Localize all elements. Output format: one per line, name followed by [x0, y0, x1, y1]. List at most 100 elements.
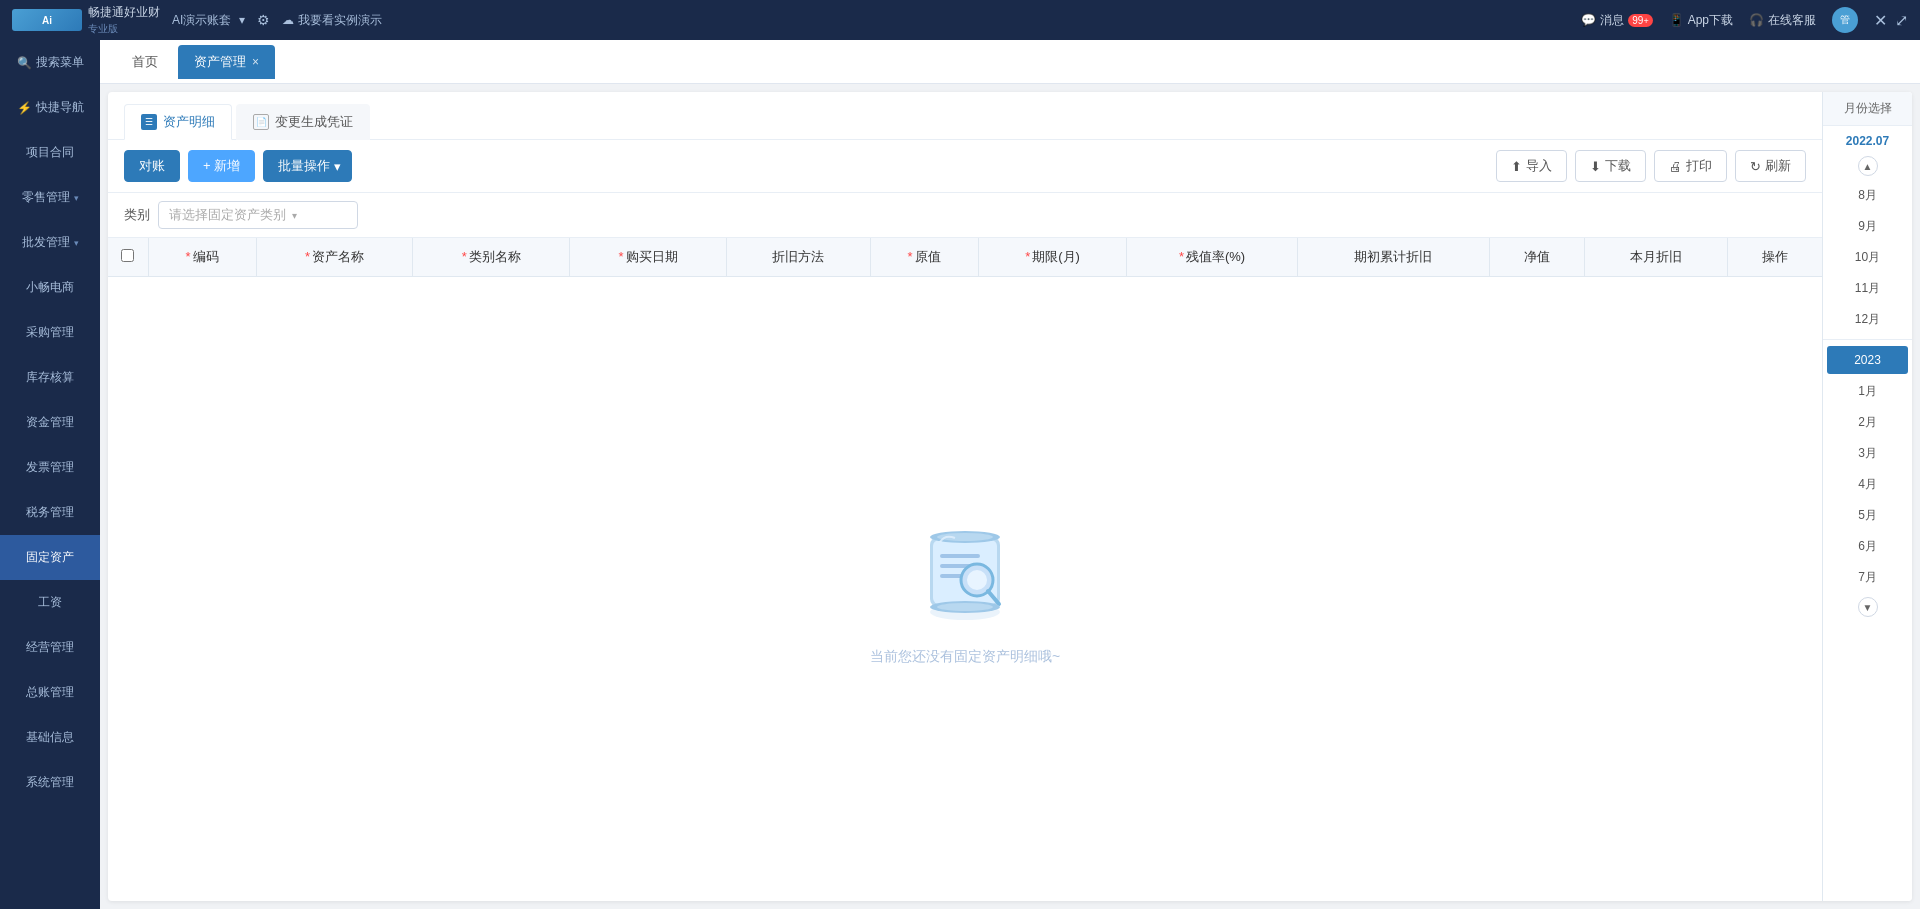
sidebar-label-quicknav: 快捷导航: [36, 99, 84, 116]
refresh-btn[interactable]: ↻ 刷新: [1735, 150, 1806, 182]
month-item-3[interactable]: 3月: [1823, 438, 1912, 469]
month-item-6[interactable]: 6月: [1823, 531, 1912, 562]
th-net-value: 净值: [1489, 238, 1584, 277]
cloud-icon: ☁: [282, 13, 294, 27]
tab-close-icon[interactable]: ×: [252, 55, 259, 69]
sub-tab-change-voucher-label: 变更生成凭证: [275, 113, 353, 131]
batch-btn[interactable]: 批量操作 ▾: [263, 150, 352, 182]
download-icon: ⬇: [1590, 159, 1601, 174]
headset-icon: 🎧: [1749, 13, 1764, 27]
month-item-7[interactable]: 7月: [1823, 562, 1912, 593]
sidebar-item-salary[interactable]: 工资: [0, 580, 100, 625]
sidebar-item-quicknav[interactable]: ⚡ 快捷导航: [0, 85, 100, 130]
month-item-12[interactable]: 12月: [1823, 304, 1912, 335]
tab-home[interactable]: 首页: [116, 45, 174, 79]
month-item-4[interactable]: 4月: [1823, 469, 1912, 500]
import-btn[interactable]: ⬆ 导入: [1496, 150, 1567, 182]
dropdown-icon[interactable]: ▾: [239, 13, 245, 27]
document-icon: 📄: [253, 114, 269, 130]
month-item-8[interactable]: 8月: [1823, 180, 1912, 211]
sidebar-label-retail: 零售管理: [22, 189, 70, 206]
filter-placeholder: 请选择固定资产类别: [169, 206, 286, 224]
company-selector[interactable]: AI演示账套 ▾: [172, 12, 245, 29]
table-container: *编码 *资产名称 *类别名称 *购买日期 折旧方法 *原值 *期限(月) *残…: [108, 238, 1822, 901]
sidebar-label-tax: 税务管理: [26, 504, 74, 521]
month-item-2[interactable]: 2月: [1823, 407, 1912, 438]
sub-tab-asset-detail[interactable]: ☰ 资产明细: [124, 104, 232, 140]
year-divider: [1823, 339, 1912, 340]
print-icon: 🖨: [1669, 159, 1682, 174]
th-original-value: *原值: [870, 238, 978, 277]
message-btn[interactable]: 💬 消息 99+: [1581, 12, 1652, 29]
month-item-1[interactable]: 1月: [1823, 376, 1912, 407]
brand-area: Ai 畅捷通好业财 专业版: [12, 4, 160, 36]
user-avatar[interactable]: 管: [1832, 7, 1858, 33]
tab-active-label: 资产管理: [194, 53, 246, 71]
online-service-btn[interactable]: 🎧 在线客服: [1749, 12, 1816, 29]
print-btn[interactable]: 🖨 打印: [1654, 150, 1727, 182]
month-item-5[interactable]: 5月: [1823, 500, 1912, 531]
sidebar-item-ledger[interactable]: 总账管理: [0, 670, 100, 715]
select-all-col[interactable]: [108, 238, 148, 277]
sidebar-item-system[interactable]: 系统管理: [0, 760, 100, 805]
print-label: 打印: [1686, 157, 1712, 175]
svg-point-7: [967, 570, 987, 590]
toolbar: 对账 + 新增 批量操作 ▾ ⬆ 导入: [108, 140, 1822, 193]
nav-icon: ⚡: [17, 101, 32, 115]
reconcile-btn[interactable]: 对账: [124, 150, 180, 182]
table-header-row: *编码 *资产名称 *类别名称 *购买日期 折旧方法 *原值 *期限(月) *残…: [108, 238, 1822, 277]
th-category: *类别名称: [413, 238, 570, 277]
app-download-btn[interactable]: 📱 App下载: [1669, 12, 1733, 29]
th-asset-name: *资产名称: [256, 238, 413, 277]
close-window-btn[interactable]: ✕: [1874, 11, 1887, 30]
sidebar-item-search[interactable]: 🔍 搜索菜单: [0, 40, 100, 85]
message-badge: 99+: [1628, 14, 1652, 27]
download-btn[interactable]: ⬇ 下载: [1575, 150, 1646, 182]
demo-link[interactable]: ☁ 我要看实例演示: [282, 12, 382, 29]
tab-asset-management[interactable]: 资产管理 ×: [178, 45, 275, 79]
th-period: *期限(月): [978, 238, 1127, 277]
th-code: *编码: [148, 238, 256, 277]
sidebar-item-ecommerce[interactable]: 小畅电商: [0, 265, 100, 310]
month-nav-up[interactable]: ▲: [1823, 152, 1912, 180]
import-icon: ⬆: [1511, 159, 1522, 174]
th-depreciation-method: 折旧方法: [726, 238, 870, 277]
phone-icon: 📱: [1669, 13, 1684, 27]
sub-tab-change-voucher[interactable]: 📄 变更生成凭证: [236, 104, 370, 140]
sidebar-item-inventory[interactable]: 库存核算: [0, 355, 100, 400]
reconcile-label: 对账: [139, 157, 165, 175]
month-up-btn[interactable]: ▲: [1858, 156, 1878, 176]
app-name: 畅捷通好业财: [88, 4, 160, 21]
th-residual-rate: *残值率(%): [1127, 238, 1297, 277]
category-select[interactable]: 请选择固定资产类别 ▾: [158, 201, 358, 229]
settings-icon[interactable]: ⚙: [257, 12, 270, 28]
sidebar-item-fixed-assets[interactable]: 固定资产: [0, 535, 100, 580]
toolbar-right: ⬆ 导入 ⬇ 下载 🖨 打印 ↻ 刷新: [1496, 150, 1806, 182]
sidebar-item-finance[interactable]: 资金管理: [0, 400, 100, 445]
sidebar-item-wholesale[interactable]: 批发管理 ▾: [0, 220, 100, 265]
month-item-11[interactable]: 11月: [1823, 273, 1912, 304]
maximize-window-btn[interactable]: ⤢: [1895, 11, 1908, 30]
month-nav-down[interactable]: ▼: [1823, 593, 1912, 621]
demo-text: 我要看实例演示: [298, 12, 382, 29]
main-layout: 🔍 搜索菜单 ⚡ 快捷导航 项目合同 零售管理 ▾ 批发管理 ▾ 小畅电商 采购…: [0, 40, 1920, 909]
sidebar-item-retail[interactable]: 零售管理 ▾: [0, 175, 100, 220]
sidebar-label-finance: 资金管理: [26, 414, 74, 431]
window-controls: ✕ ⤢: [1874, 11, 1908, 30]
add-btn[interactable]: + 新增: [188, 150, 255, 182]
month-item-10[interactable]: 10月: [1823, 242, 1912, 273]
search-icon: 🔍: [17, 56, 32, 70]
page-inner: ☰ 资产明细 📄 变更生成凭证 对账 + 新增: [108, 92, 1822, 901]
month-down-btn[interactable]: ▼: [1858, 597, 1878, 617]
sidebar-item-basic-info[interactable]: 基础信息: [0, 715, 100, 760]
sidebar-item-tax[interactable]: 税务管理: [0, 490, 100, 535]
sidebar-item-operations[interactable]: 经营管理: [0, 625, 100, 670]
select-all-checkbox[interactable]: [121, 249, 134, 262]
current-year-badge: 2023: [1827, 346, 1908, 374]
month-item-9[interactable]: 9月: [1823, 211, 1912, 242]
sidebar-item-project[interactable]: 项目合同: [0, 130, 100, 175]
sidebar-item-invoice[interactable]: 发票管理: [0, 445, 100, 490]
message-icon: 💬: [1581, 13, 1596, 27]
sidebar-item-purchase[interactable]: 采购管理: [0, 310, 100, 355]
month-selector-panel: 月份选择 2022.07 ▲ 8月 9月 10月 11月 12月 2023 1月…: [1822, 92, 1912, 901]
